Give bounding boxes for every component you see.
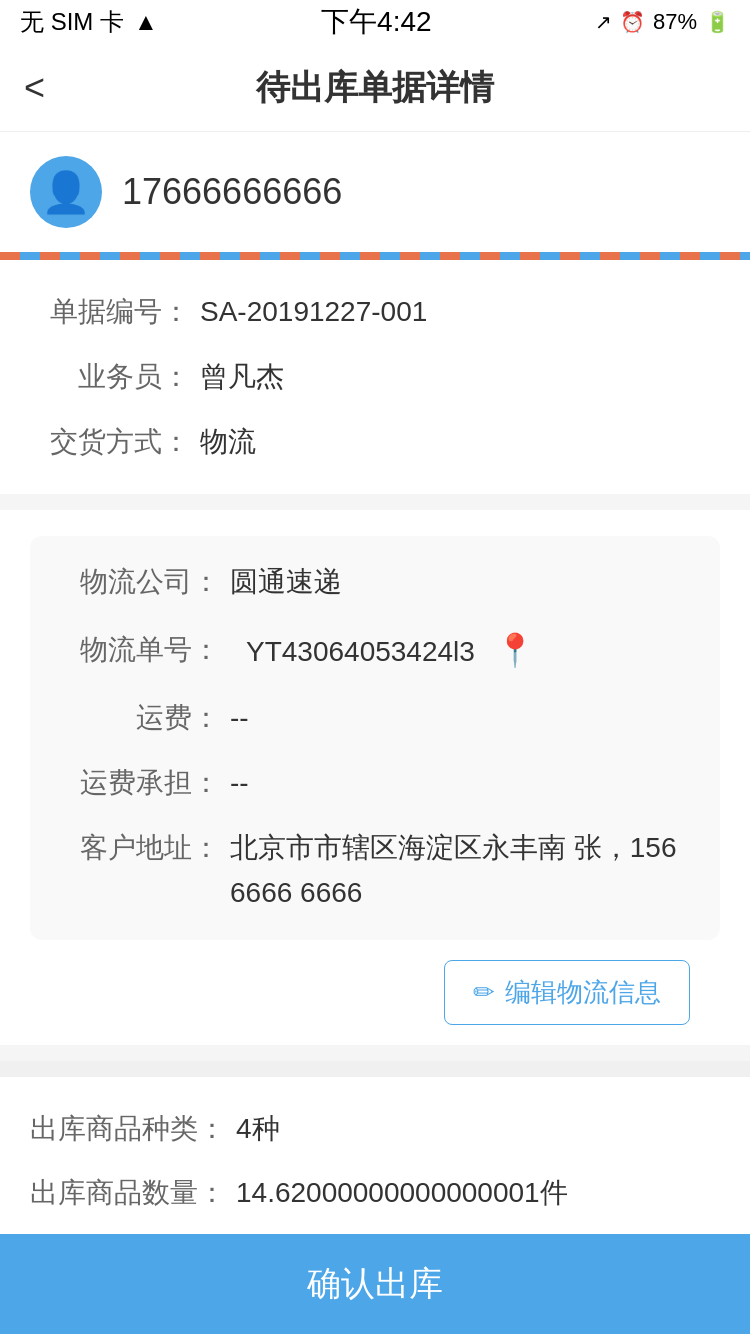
edit-icon: ✏ <box>473 977 495 1008</box>
wifi-icon: ▲ <box>134 8 158 36</box>
edit-logistics-button[interactable]: ✏ 编辑物流信息 <box>444 960 690 1025</box>
status-bar: 无 SIM 卡 ▲ 下午4:42 ↗ ⏰ 87% 🔋 <box>0 0 750 44</box>
battery-text: 87% <box>653 9 697 35</box>
goods-quantity-label: 出库商品数量： <box>30 1171 226 1216</box>
freight-label: 运费： <box>60 696 220 741</box>
user-phone: 17666666666 <box>122 171 342 213</box>
order-no-label: 单据编号： <box>30 290 190 335</box>
freight-row: 运费： -- <box>60 696 690 741</box>
delivery-value: 物流 <box>200 420 720 465</box>
goods-quantity-row: 出库商品数量： 14.62000000000000001件 <box>30 1171 720 1216</box>
user-header: 👤 17666666666 <box>0 132 750 252</box>
freight-bearer-value: -- <box>230 761 690 806</box>
confirm-button[interactable]: 确认出库 <box>0 1234 750 1334</box>
salesperson-value: 曾凡杰 <box>200 355 720 400</box>
page-title: 待出库单据详情 <box>256 65 494 111</box>
edit-logistics-btn-container: ✏ 编辑物流信息 <box>30 940 720 1035</box>
status-left: 无 SIM 卡 ▲ <box>20 6 158 38</box>
tracking-value: YT43064053424l3 📍 <box>246 625 690 676</box>
address-value: 北京市市辖区海淀区永丰南 张，156 6666 6666 <box>230 826 690 916</box>
logistics-company-row: 物流公司： 圆通速递 <box>60 560 690 605</box>
goods-quantity-value: 14.62000000000000001件 <box>236 1171 720 1216</box>
order-no-value: SA-20191227-001 <box>200 290 720 335</box>
logistics-company-label: 物流公司： <box>60 560 220 605</box>
avatar: 👤 <box>30 156 102 228</box>
order-info-section: 单据编号： SA-20191227-001 业务员： 曾凡杰 交货方式： 物流 <box>0 260 750 494</box>
back-button[interactable]: < <box>24 67 45 109</box>
freight-bearer-label: 运费承担： <box>60 761 220 806</box>
salesperson-row: 业务员： 曾凡杰 <box>30 355 720 400</box>
delivery-label: 交货方式： <box>30 420 190 465</box>
confirm-btn-text: 确认出库 <box>307 1261 443 1307</box>
carrier-label: 无 SIM 卡 <box>20 6 124 38</box>
tracking-no-text: YT43064053424l3 <box>246 636 475 667</box>
dashed-divider <box>0 252 750 260</box>
order-no-row: 单据编号： SA-20191227-001 <box>30 290 720 335</box>
edit-logistics-label: 编辑物流信息 <box>505 975 661 1010</box>
battery-icon: 🔋 <box>705 10 730 34</box>
address-row: 客户地址： 北京市市辖区海淀区永丰南 张，156 6666 6666 <box>60 826 690 916</box>
logistics-card: 物流公司： 圆通速递 物流单号： YT43064053424l3 📍 运费： -… <box>30 536 720 939</box>
address-label: 客户地址： <box>60 826 220 871</box>
goods-type-row: 出库商品种类： 4种 <box>30 1107 720 1152</box>
status-time: 下午4:42 <box>321 3 432 41</box>
tracking-no-row: 物流单号： YT43064053424l3 📍 <box>60 625 690 676</box>
map-pin-icon[interactable]: 📍 <box>495 632 535 668</box>
goods-type-value: 4种 <box>236 1107 720 1152</box>
salesperson-label: 业务员： <box>30 355 190 400</box>
nav-bar: < 待出库单据详情 <box>0 44 750 132</box>
freight-value: -- <box>230 696 690 741</box>
location-status-icon: ↗ <box>595 10 612 34</box>
freight-bearer-row: 运费承担： -- <box>60 761 690 806</box>
delivery-row: 交货方式： 物流 <box>30 420 720 465</box>
goods-type-label: 出库商品种类： <box>30 1107 226 1152</box>
tracking-label: 物流单号： <box>60 628 220 673</box>
alarm-icon: ⏰ <box>620 10 645 34</box>
avatar-icon: 👤 <box>41 169 91 216</box>
logistics-section: 物流公司： 圆通速递 物流单号： YT43064053424l3 📍 运费： -… <box>0 510 750 1044</box>
section-divider <box>0 1061 750 1077</box>
back-icon: < <box>24 67 45 108</box>
logistics-company-value: 圆通速递 <box>230 560 690 605</box>
status-right: ↗ ⏰ 87% 🔋 <box>595 9 730 35</box>
